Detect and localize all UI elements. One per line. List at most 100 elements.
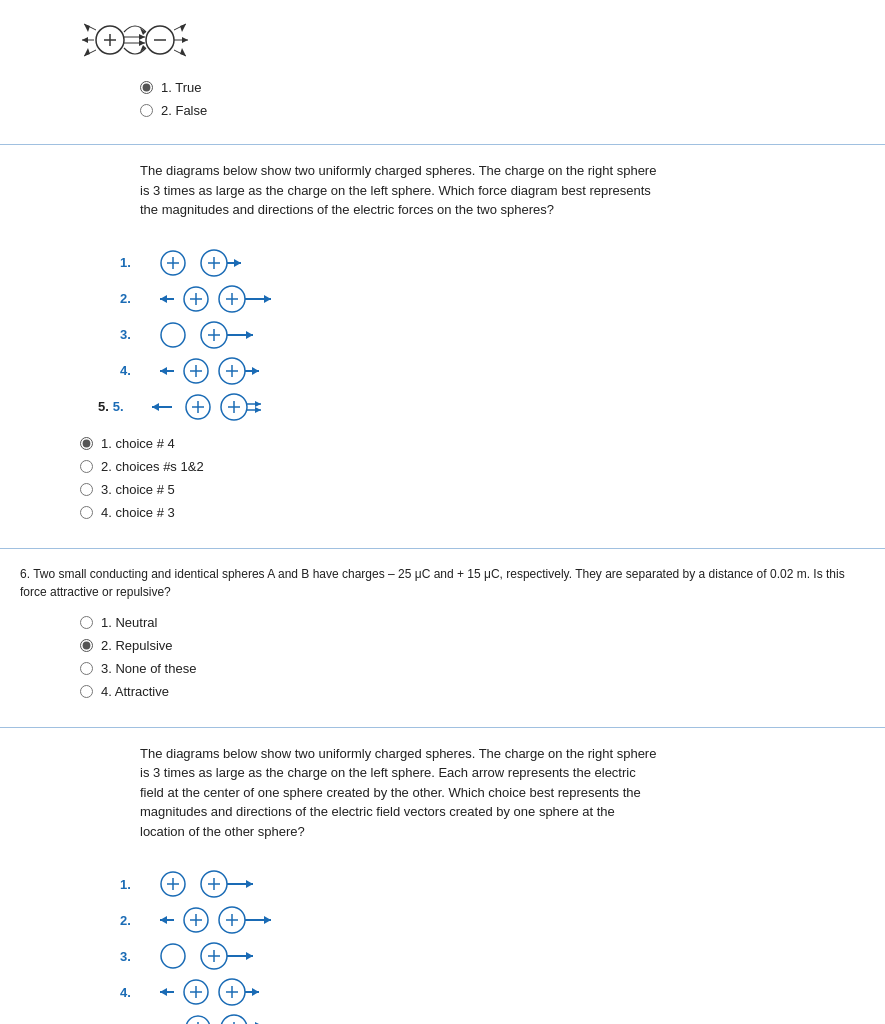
svg-marker-92	[246, 952, 253, 960]
q6-answer-1[interactable]: 1. Neutral	[80, 615, 865, 630]
svg-marker-66	[255, 401, 261, 407]
q5-answer-1[interactable]: 1. choice # 4	[80, 436, 865, 451]
q7-sphere-sm-3	[158, 941, 188, 971]
q6-answer-1-label: 1. Neutral	[101, 615, 157, 630]
svg-marker-32	[160, 295, 167, 303]
svg-marker-58	[152, 403, 159, 411]
q5-choice-diagrams: 1. 2.	[120, 248, 865, 422]
q6-question-text: 6. Two small conducting and identical sp…	[20, 565, 865, 601]
q7-sphere-lg-4	[216, 977, 260, 1007]
q7-sphere-lg-5	[218, 1013, 262, 1024]
q7-sphere-sm-5	[150, 1013, 214, 1024]
q6-section: 6. Two small conducting and identical sp…	[0, 549, 885, 728]
q6-radio-4[interactable]	[80, 685, 93, 698]
q6-radio-1[interactable]	[80, 616, 93, 629]
q5-radio-2[interactable]	[80, 460, 93, 473]
option-false[interactable]: 2. False	[140, 103, 865, 118]
option-true[interactable]: 1. True	[140, 80, 865, 95]
q6-question-body: Two small conducting and identical spher…	[20, 567, 845, 599]
sphere-sm-1	[158, 248, 188, 278]
q6-answer-2[interactable]: 2. Repulsive	[80, 638, 865, 653]
q5-answer-3-label: 3. choice # 5	[101, 482, 175, 497]
q6-number: 6.	[20, 567, 30, 581]
q5-answer-1-label: 1. choice # 4	[101, 436, 175, 451]
q7-choice-diagram-4: 4.	[120, 977, 865, 1007]
q6-answer-3-label: 3. None of these	[101, 661, 196, 676]
q7-sphere-lg-2	[216, 905, 272, 935]
q7-sphere-sm-4	[158, 977, 212, 1007]
q6-answer-4-label: 4. Attractive	[101, 684, 169, 699]
svg-marker-46	[246, 331, 253, 339]
svg-marker-76	[246, 880, 253, 888]
svg-marker-10	[139, 40, 145, 46]
q5-question-text: The diagrams below show two uniformly ch…	[140, 161, 660, 220]
q7-choice-diagram-1: 1.	[120, 869, 865, 899]
q5-answer-2-label: 2. choices #s 1&2	[101, 459, 204, 474]
q7-question-block: The diagrams below show two uniformly ch…	[20, 744, 865, 856]
q6-radio-2[interactable]	[80, 639, 93, 652]
sphere-sm-3	[158, 320, 188, 350]
q7-choice-diagram-5-row: 7. 5.	[120, 1013, 865, 1024]
q5-section: The diagrams below show two uniformly ch…	[0, 145, 885, 549]
q7-choice-diagram-2: 2.	[120, 905, 865, 935]
q5-radio-1[interactable]	[80, 437, 93, 450]
svg-marker-40	[264, 295, 271, 303]
option-false-label: 2. False	[161, 103, 207, 118]
svg-marker-14	[82, 37, 88, 43]
q6-answer-2-label: 2. Repulsive	[101, 638, 173, 653]
field-diagram-top	[80, 10, 190, 70]
svg-marker-20	[182, 37, 188, 43]
sphere-sm-5-with-arrow	[150, 392, 214, 422]
q6-answer-group: 1. Neutral 2. Repulsive 3. None of these…	[80, 615, 865, 699]
q5-answer-group: 1. choice # 4 2. choices #s 1&2 3. choic…	[80, 436, 865, 520]
svg-marker-8	[139, 34, 145, 40]
svg-marker-48	[160, 367, 167, 375]
sphere-lg-5	[218, 392, 262, 422]
svg-marker-94	[160, 988, 167, 996]
q7-sphere-sm-1	[158, 869, 188, 899]
q5-answer-4[interactable]: 4. choice # 3	[80, 505, 865, 520]
q6-answer-4[interactable]: 4. Attractive	[80, 684, 865, 699]
svg-marker-22	[180, 48, 186, 56]
q7-sphere-lg-3	[198, 941, 254, 971]
sphere-lg-4	[216, 356, 260, 386]
q5-radio-4[interactable]	[80, 506, 93, 519]
q5-number-label: 5.	[98, 399, 109, 414]
svg-marker-78	[160, 916, 167, 924]
q7-section: The diagrams below show two uniformly ch…	[0, 728, 885, 1025]
svg-point-87	[161, 944, 185, 968]
sphere-sm-2-with-arrow	[158, 284, 212, 314]
q5-choice5-num: 5.	[113, 399, 124, 414]
sphere-lg-3	[198, 320, 254, 350]
top-section: 1. True 2. False	[0, 0, 885, 145]
svg-marker-68	[255, 407, 261, 413]
sphere-sm-4-with-arrow	[158, 356, 212, 386]
svg-marker-16	[84, 48, 90, 56]
svg-marker-18	[180, 24, 186, 32]
q5-question-block: The diagrams below show two uniformly ch…	[20, 161, 865, 234]
q7-question-text: The diagrams below show two uniformly ch…	[140, 744, 660, 842]
svg-marker-102	[252, 988, 259, 996]
q5-radio-3[interactable]	[80, 483, 93, 496]
svg-marker-86	[264, 916, 271, 924]
svg-marker-30	[234, 259, 241, 267]
q5-choice-diagram-2: 2.	[120, 284, 865, 314]
radio-false[interactable]	[140, 104, 153, 117]
q6-radio-3[interactable]	[80, 662, 93, 675]
sphere-lg-1	[198, 248, 242, 278]
svg-marker-56	[252, 367, 259, 375]
q5-choice-diagram-3: 3.	[120, 320, 865, 350]
sphere-lg-2	[216, 284, 272, 314]
svg-marker-12	[84, 24, 90, 32]
q6-answer-3[interactable]: 3. None of these	[80, 661, 865, 676]
true-false-group: 1. True 2. False	[140, 80, 865, 118]
q5-choice-diagram-1: 1.	[120, 248, 865, 278]
q7-number-label: 7.	[98, 1021, 109, 1025]
q5-answer-3[interactable]: 3. choice # 5	[80, 482, 865, 497]
q7-choice5-num: 5.	[113, 1021, 124, 1025]
radio-true[interactable]	[140, 81, 153, 94]
q5-answer-2[interactable]: 2. choices #s 1&2	[80, 459, 865, 474]
option-true-label: 1. True	[161, 80, 201, 95]
svg-point-41	[161, 323, 185, 347]
q7-choice-diagram-3: 3.	[120, 941, 865, 971]
